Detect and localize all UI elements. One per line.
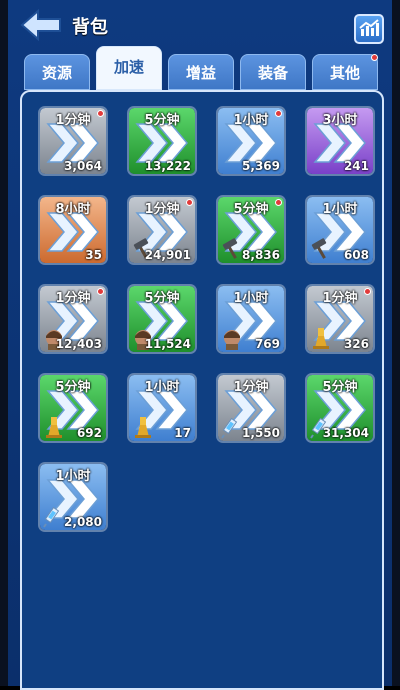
item-count: 608 xyxy=(343,248,369,262)
speedup-item[interactable]: 1小时 608 xyxy=(305,195,375,265)
hammer-icon xyxy=(220,237,244,261)
syringe-icon xyxy=(220,415,244,439)
item-count: 692 xyxy=(76,426,102,440)
speedup-item[interactable]: 3小时 241 xyxy=(305,106,375,176)
speedup-item[interactable]: 1分钟 1,550 xyxy=(216,373,286,443)
item-duration: 5分钟 xyxy=(144,291,180,306)
item-duration: 1小时 xyxy=(322,202,358,217)
flask-icon xyxy=(131,415,155,439)
screen-edge-right xyxy=(392,0,400,686)
syringe-icon xyxy=(42,504,66,528)
speedup-item[interactable]: 1小时 5,369 xyxy=(216,106,286,176)
notification-dot xyxy=(275,110,282,117)
speedup-item[interactable]: 1小时 769 xyxy=(216,284,286,354)
speedup-item[interactable]: 1小时 17 xyxy=(127,373,197,443)
item-count: 5,369 xyxy=(242,159,280,173)
soldier-icon xyxy=(220,326,244,350)
item-count: 13,222 xyxy=(144,159,191,173)
speedup-item[interactable]: 1分钟 326 xyxy=(305,284,375,354)
tab-label: 其他 xyxy=(329,64,360,82)
speedup-item[interactable]: 5分钟 11,524 xyxy=(127,284,197,354)
item-duration: 1小时 xyxy=(144,380,180,395)
speedup-item[interactable]: 5分钟 692 xyxy=(38,373,108,443)
item-duration: 8小时 xyxy=(55,202,91,217)
item-count: 31,304 xyxy=(322,426,369,440)
speedup-item[interactable]: 8小时 35 xyxy=(38,195,108,265)
item-count: 17 xyxy=(174,426,191,440)
tab-boost[interactable]: 增益 xyxy=(168,54,234,90)
item-count: 12,403 xyxy=(55,337,102,351)
notification-dot xyxy=(275,199,282,206)
tab-bar: 资源 加速 增益 装备 其他 xyxy=(24,46,384,90)
stats-button[interactable] xyxy=(354,14,384,44)
header: 背包 xyxy=(8,0,392,50)
speedup-item[interactable]: 5分钟 13,222 xyxy=(127,106,197,176)
page-title: 背包 xyxy=(72,17,108,38)
speedup-item[interactable]: 1分钟 24,901 xyxy=(127,195,197,265)
item-count: 241 xyxy=(343,159,369,173)
back-button[interactable] xyxy=(20,8,62,42)
item-duration: 1分钟 xyxy=(233,380,269,395)
item-duration: 1小时 xyxy=(233,291,269,306)
flask-icon xyxy=(42,415,66,439)
tab-resources[interactable]: 资源 xyxy=(24,54,90,90)
item-count: 8,836 xyxy=(242,248,280,262)
tab-speedup[interactable]: 加速 xyxy=(96,46,162,90)
backpack-screen: 背包 资源 加速 增益 装备 其他 1分钟 3,064 5分钟 13,222 1… xyxy=(0,0,400,690)
tab-label: 资源 xyxy=(41,64,72,82)
speedup-item[interactable]: 1小时 2,080 xyxy=(38,462,108,532)
item-duration: 1小时 xyxy=(55,469,91,484)
tab-other[interactable]: 其他 xyxy=(312,54,378,90)
speedup-item[interactable]: 1分钟 3,064 xyxy=(38,106,108,176)
notification-dot xyxy=(97,110,104,117)
speedup-item[interactable]: 5分钟 8,836 xyxy=(216,195,286,265)
tab-label: 装备 xyxy=(257,64,288,82)
item-count: 2,080 xyxy=(64,515,102,529)
tab-equipment[interactable]: 装备 xyxy=(240,54,306,90)
items-panel: 1分钟 3,064 5分钟 13,222 1小时 5,369 3小时 241 8小时 35 1分钟 2… xyxy=(20,90,384,690)
speedup-item[interactable]: 1分钟 12,403 xyxy=(38,284,108,354)
hammer-icon xyxy=(309,237,333,261)
bar-chart-icon xyxy=(359,19,379,36)
item-count: 3,064 xyxy=(64,159,102,173)
back-arrow-icon xyxy=(20,8,61,42)
item-duration: 5分钟 xyxy=(55,380,91,395)
notification-dot xyxy=(186,199,193,206)
item-duration: 3小时 xyxy=(322,113,358,128)
screen-edge-left xyxy=(0,0,8,686)
item-count: 326 xyxy=(343,337,369,351)
notification-dot xyxy=(371,54,378,61)
item-count: 24,901 xyxy=(144,248,191,262)
item-duration: 5分钟 xyxy=(322,380,358,395)
notification-dot xyxy=(364,288,371,295)
flask-icon xyxy=(309,326,333,350)
item-count: 11,524 xyxy=(144,337,191,351)
tab-label: 增益 xyxy=(185,64,216,82)
tab-label: 加速 xyxy=(113,58,144,76)
item-duration: 5分钟 xyxy=(144,113,180,128)
notification-dot xyxy=(97,288,104,295)
speedup-item[interactable]: 5分钟 31,304 xyxy=(305,373,375,443)
item-count: 769 xyxy=(254,337,280,351)
item-count: 1,550 xyxy=(242,426,280,440)
item-count: 35 xyxy=(85,248,102,262)
